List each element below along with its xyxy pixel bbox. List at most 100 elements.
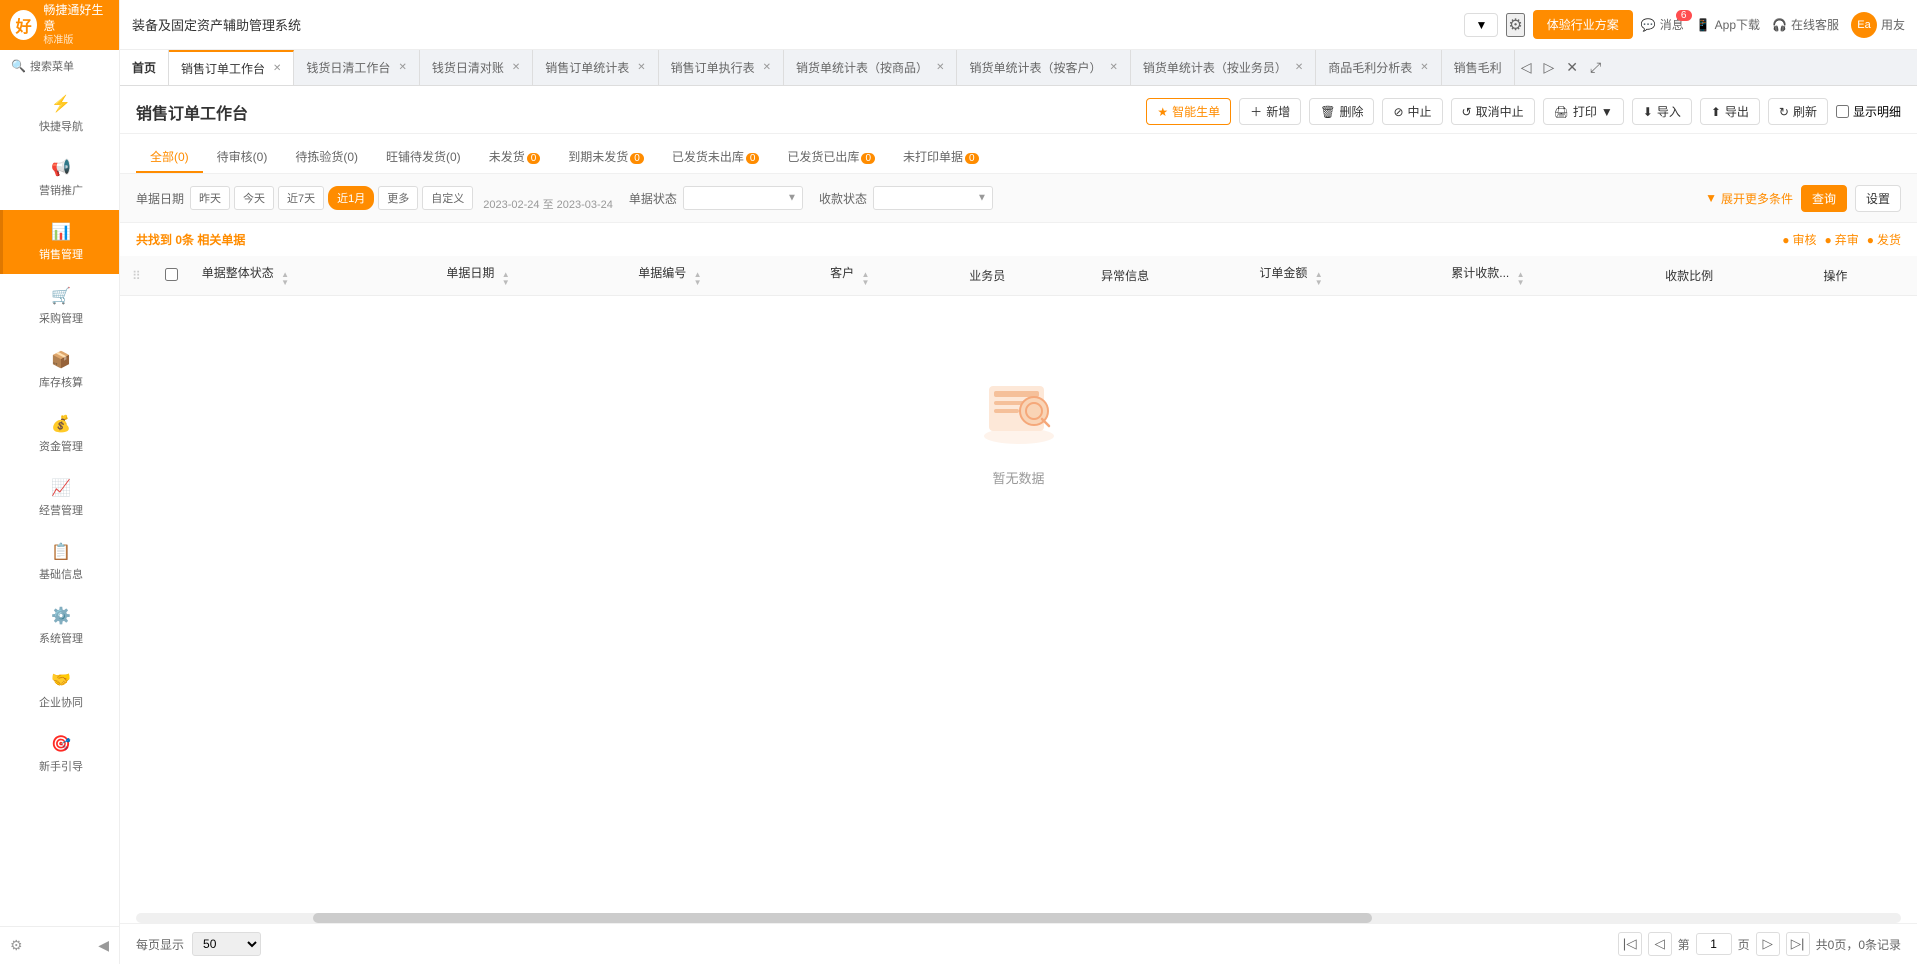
date-btn-more[interactable]: 更多 [378,186,418,210]
expand-filter-btn[interactable]: ▼ 展开更多条件 [1705,190,1793,207]
system-dropdown-btn[interactable]: ▼ [1464,13,1498,37]
industry-btn[interactable]: 体验行业方案 [1533,10,1633,39]
tab-order-exec[interactable]: 销售订单执行表 ✕ [659,50,784,86]
subtab-pending-check[interactable]: 待拣验货(0) [281,142,372,173]
last-page-btn[interactable]: ▷| [1786,932,1810,956]
sidebar-item-guide[interactable]: 🎯 新手引导 [0,722,119,786]
tab-daily-clear[interactable]: 钱货日清工作台 ✕ [294,50,419,86]
import-btn[interactable]: ⬇ 导入 [1632,98,1692,125]
page-size-select[interactable]: 50 10 20 100 [192,932,261,956]
sidebar-item-sales[interactable]: 📊 销售管理 [0,210,119,274]
tab-close-orderstats[interactable]: ✕ [637,62,645,73]
tab-close-all-btn[interactable]: ✕ [1560,59,1584,76]
add-btn[interactable]: ＋ 新增 [1239,98,1301,125]
scrollbar-thumb[interactable] [313,913,1372,923]
tab-sales-profit[interactable]: 销售毛利 [1442,50,1515,86]
page-number-input[interactable] [1696,933,1732,955]
date-btn-yesterday[interactable]: 昨天 [190,186,230,210]
subtab-pending-review[interactable]: 待审核(0) [203,142,282,173]
tab-close-reconciliation[interactable]: ✕ [512,62,520,73]
page-actions: ★ 智能生单 ＋ 新增 🗑 删除 ⊘ 中止 ↺ 取消中止 [1146,98,1901,125]
refresh-btn[interactable]: ↻ 刷新 [1768,98,1828,125]
tab-close-sales[interactable]: ✕ [273,63,281,74]
tab-close-daily[interactable]: ✕ [398,62,406,73]
status-select[interactable] [683,186,803,210]
sidebar-item-purchase[interactable]: 🛒 采购管理 [0,274,119,338]
review-op-btn[interactable]: ● 审核 [1782,231,1816,248]
sidebar-item-finance[interactable]: 💰 资金管理 [0,402,119,466]
col-header-cumulative[interactable]: 累计收款... ▲▼ [1439,256,1653,296]
sort-icon-amount: ▲▼ [1315,271,1323,287]
stop-btn[interactable]: ⊘ 中止 [1382,98,1442,125]
first-page-btn[interactable]: |◁ [1618,932,1642,956]
date-btn-1month[interactable]: 近1月 [328,186,374,210]
next-page-btn[interactable]: ▷ [1756,932,1780,956]
date-btn-today[interactable]: 今天 [234,186,274,210]
message-btn[interactable]: 💬 消息 6 [1641,16,1684,33]
query-btn[interactable]: 查询 [1801,185,1847,212]
date-btn-custom[interactable]: 自定义 [422,186,473,210]
delete-btn[interactable]: 🗑 删除 [1309,98,1374,125]
sidebar-item-system[interactable]: ⚙️ 系统管理 [0,594,119,658]
sidebar-item-collab[interactable]: 🤝 企业协同 [0,658,119,722]
tab-home[interactable]: 首页 [120,50,169,86]
topbar-gear-btn[interactable]: ⚙ [1506,13,1524,37]
collapse-sidebar-btn[interactable]: ◀ [98,937,109,954]
cancel-review-op-btn[interactable]: ● 弃审 [1824,231,1858,248]
print-btn[interactable]: 🖨 打印 ▼ [1543,98,1624,125]
tab-expand-btn[interactable]: ⤢ [1584,59,1607,76]
tab-close-salesproduct[interactable]: ✕ [936,62,944,73]
header-checkbox[interactable] [153,256,190,296]
settings-footer-btn[interactable]: ⚙ [10,937,23,954]
prev-page-btn[interactable]: ◁ [1648,932,1672,956]
horizontal-scrollbar[interactable] [136,913,1901,923]
subtab-wangpu-ship[interactable]: 旺铺待发货(0) [372,142,475,173]
show-detail-checkbox[interactable] [1836,105,1849,118]
tab-close-salescustomer[interactable]: ✕ [1109,62,1117,73]
search-icon: 🔍 [11,59,26,73]
smart-order-btn[interactable]: ★ 智能生单 [1146,98,1231,125]
tab-sales-workbench[interactable]: 销售订单工作台 ✕ [169,50,294,86]
sidebar-item-basicinfo[interactable]: 📋 基础信息 [0,530,119,594]
export-btn[interactable]: ⬆ 导出 [1700,98,1760,125]
sidebar-item-operation[interactable]: 📈 经营管理 [0,466,119,530]
col-header-status[interactable]: 单据整体状态 ▲▼ [190,256,435,296]
sidebar-item-inventory[interactable]: 📦 库存核算 [0,338,119,402]
ship-op-btn[interactable]: ● 发货 [1867,231,1901,248]
filter-settings-btn[interactable]: 设置 [1855,185,1901,212]
subtab-overdue[interactable]: 到期未发货0 [554,142,658,173]
col-header-customer[interactable]: 客户 ▲▼ [818,256,957,296]
tab-close-salesstaff[interactable]: ✕ [1295,62,1303,73]
subtab-shipped-not-out[interactable]: 已发货未出库0 [658,142,774,173]
show-detail-label[interactable]: 显示明细 [1836,103,1901,120]
app-download-btn[interactable]: 📱 App下载 [1696,16,1760,33]
col-header-amount[interactable]: 订单金额 ▲▼ [1247,256,1439,296]
sidebar-item-quicknav[interactable]: ⚡ 快捷导航 [0,82,119,146]
user-menu[interactable]: Ea 用友 [1851,12,1905,38]
subtab-all[interactable]: 全部(0) [136,142,203,173]
tab-sales-product[interactable]: 销货单统计表（按商品） ✕ [784,50,957,86]
payment-select[interactable] [873,186,993,210]
tab-prev-btn[interactable]: ◁ [1515,59,1538,76]
subtab-unshipped[interactable]: 未发货0 [475,142,555,173]
tab-order-stats[interactable]: 销售订单统计表 ✕ [533,50,658,86]
col-header-num[interactable]: 单据编号 ▲▼ [626,256,818,296]
tab-next-btn[interactable]: ▷ [1537,59,1560,76]
select-all-checkbox[interactable] [165,268,178,281]
date-btn-7days[interactable]: 近7天 [278,186,324,210]
status-filter: 单据状态 ▼ [629,186,803,210]
tab-sales-staff[interactable]: 销货单统计表（按业务员） ✕ [1131,50,1316,86]
sidebar-item-marketing[interactable]: 📢 营销推广 [0,146,119,210]
sidebar-item-search[interactable]: 🔍 搜索菜单 [0,50,119,82]
tab-close-orderexec[interactable]: ✕ [763,62,771,73]
tab-sales-customer[interactable]: 销货单统计表（按客户） ✕ [957,50,1130,86]
tab-reconciliation[interactable]: 钱货日清对账 ✕ [420,50,533,86]
tab-close-margin[interactable]: ✕ [1420,62,1428,73]
col-header-date[interactable]: 单据日期 ▲▼ [434,256,626,296]
subtab-unprinted[interactable]: 未打印单据0 [889,142,993,173]
online-service-btn[interactable]: 🎧 在线客服 [1772,16,1839,33]
subtab-shipped-out[interactable]: 已发货已出库0 [773,142,889,173]
cancel-stop-btn[interactable]: ↺ 取消中止 [1451,98,1535,125]
tab-margin[interactable]: 商品毛利分析表 ✕ [1316,50,1441,86]
table-scroll[interactable]: ⠿ 单据整体状态 ▲▼ 单据日期 ▲▼ [120,256,1917,913]
